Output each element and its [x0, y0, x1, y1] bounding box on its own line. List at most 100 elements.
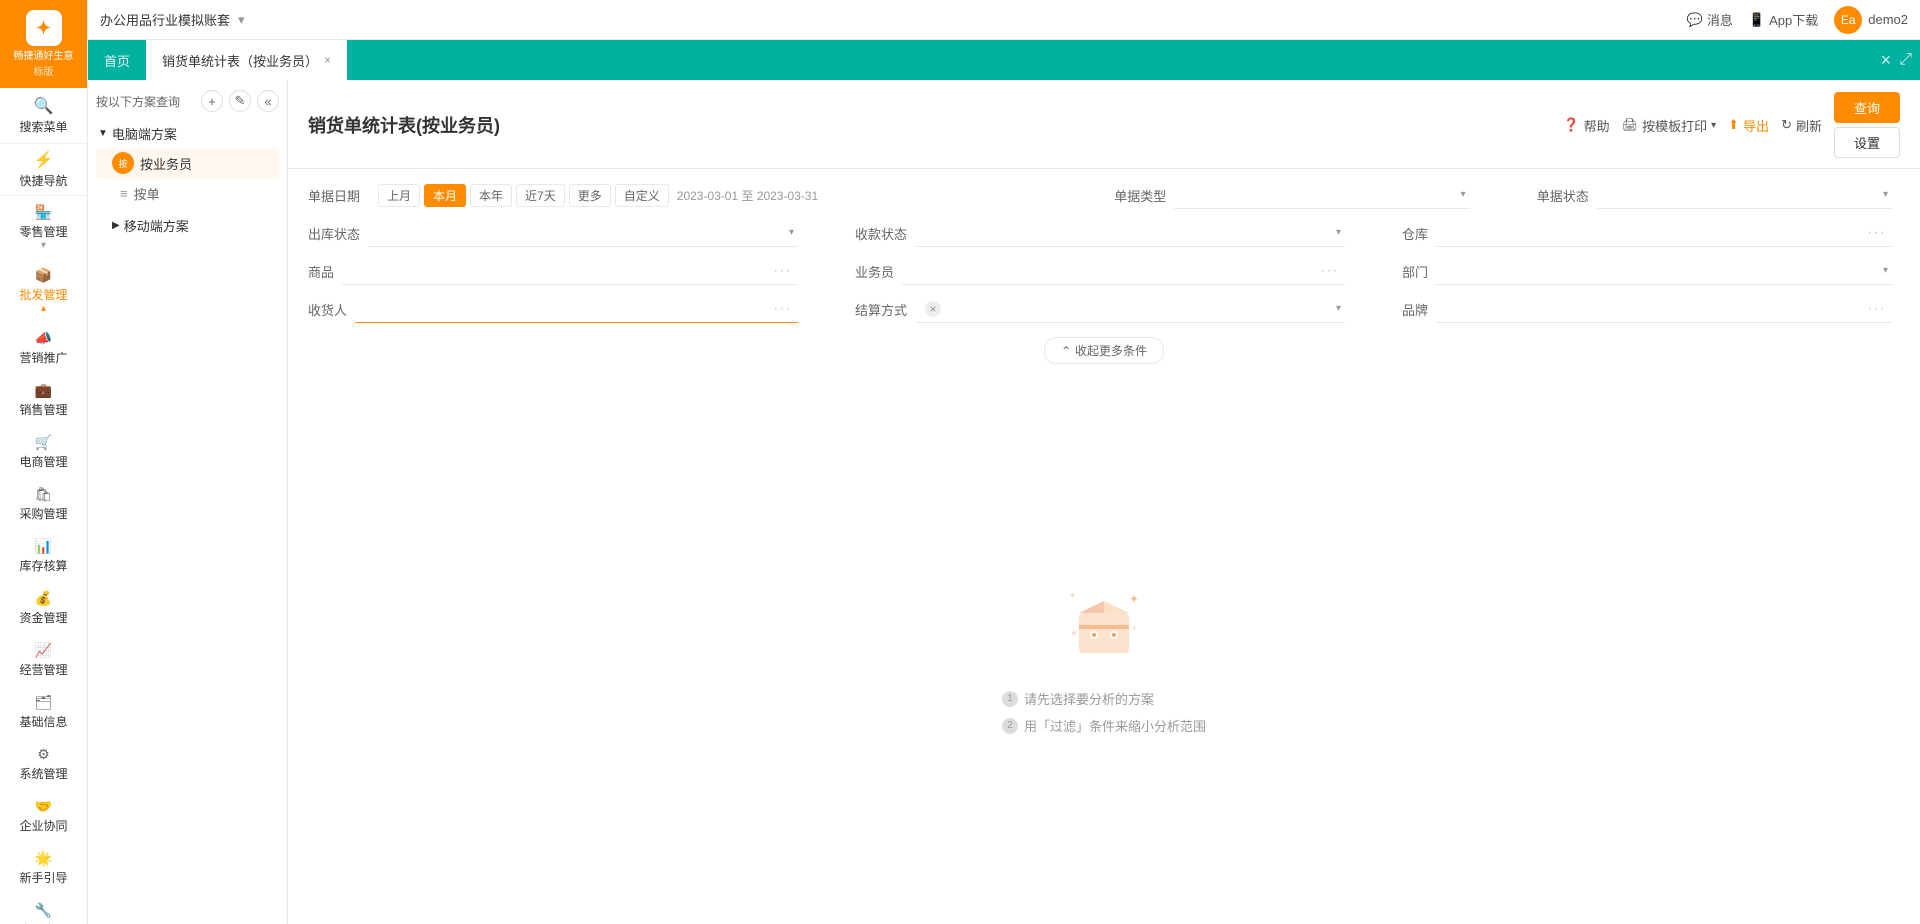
- sidebar-item-basic[interactable]: 🗂 基础信息: [0, 686, 87, 738]
- scheme-group-desktop-title[interactable]: ▼ 电脑端方案: [96, 120, 279, 147]
- date-btn-thismonth[interactable]: 本月: [424, 184, 466, 207]
- user-avatar: Ea: [1834, 6, 1862, 34]
- sidebar-item-wholesale[interactable]: 📦 批发管理 ▴: [0, 259, 87, 322]
- sidebar-item-appcenter[interactable]: 🔧 应用中心: [0, 894, 87, 924]
- sidebar-subtitle: 标版: [34, 63, 54, 78]
- salesperson-input[interactable]: ···: [902, 257, 1345, 285]
- edit-scheme-btn[interactable]: ✎: [229, 90, 251, 112]
- empty-tips: 1 请先选择要分析的方案 2 用「过滤」条件来缩小分析范围: [1002, 689, 1206, 735]
- corp-icon: 🤝: [35, 798, 52, 815]
- scheme-item-salesperson[interactable]: 按 按业务员: [96, 147, 279, 179]
- date-btn-lastmonth[interactable]: 上月: [378, 184, 420, 207]
- quick-nav-icon: ⚡: [34, 150, 54, 170]
- refresh-icon: ↻: [1781, 117, 1792, 133]
- sidebar-logo[interactable]: ✦ 畅捷通好生意 标版: [0, 0, 87, 88]
- date-btn-custom[interactable]: 自定义: [615, 184, 669, 207]
- user-avatar-btn[interactable]: Ea demo2: [1834, 6, 1908, 34]
- sidebar-item-inventory[interactable]: 📊 库存核算: [0, 530, 87, 582]
- scheme-salesperson-label: 按业务员: [140, 154, 192, 173]
- app-download-btn[interactable]: 📱 App下载: [1749, 10, 1818, 29]
- message-btn[interactable]: 💬 消息: [1687, 10, 1733, 29]
- scheme-group-mobile-title[interactable]: ▶ 移动端方案: [96, 212, 279, 239]
- sidebar-basic-label: 基础信息: [19, 713, 67, 730]
- help-btn[interactable]: ❓ 帮助: [1563, 116, 1609, 135]
- ecommerce-icon: 🛒: [35, 434, 52, 451]
- collapse-panel-btn[interactable]: «: [257, 90, 279, 112]
- refresh-label: 刷新: [1796, 116, 1822, 135]
- doc-status-input[interactable]: ▾: [1597, 181, 1892, 209]
- appcenter-icon: 🔧: [35, 902, 52, 919]
- export-btn[interactable]: ⬆ 导出: [1728, 116, 1769, 135]
- sidebar-item-operation[interactable]: 📈 经营管理: [0, 634, 87, 686]
- sidebar-search[interactable]: 🔍 搜索菜单: [0, 88, 87, 144]
- add-scheme-btn[interactable]: +: [201, 90, 223, 112]
- doc-status-label: 单据状态: [1537, 186, 1589, 205]
- warehouse-input[interactable]: ···: [1436, 219, 1892, 247]
- tab-active[interactable]: 销货单统计表（按业务员） ×: [146, 40, 347, 80]
- settlement-cell: 结算方式 × ▾: [855, 295, 1353, 323]
- refresh-btn[interactable]: ↻ 刷新: [1781, 116, 1822, 135]
- sidebar-item-corp[interactable]: 🤝 企业协同: [0, 790, 87, 842]
- recipient-label: 收货人: [308, 300, 347, 319]
- sidebar-item-marketing[interactable]: 📣 营销推广: [0, 322, 87, 374]
- out-status-label: 出库状态: [308, 224, 360, 243]
- filter-area: 单据日期 上月 本月 本年 近7天 更多 自定义 2023-03-01 至 20…: [288, 169, 1920, 384]
- query-btn[interactable]: 查询: [1834, 92, 1900, 123]
- settlement-input[interactable]: × ▾: [915, 295, 1345, 323]
- export-icon: ⬆: [1728, 117, 1739, 133]
- scheme-item-byorder[interactable]: ≡ 按单: [96, 179, 279, 208]
- doc-type-cell: 单据类型 ▾: [1114, 181, 1477, 209]
- sidebar-corp-label: 企业协同: [19, 817, 67, 834]
- sidebar-item-purchase[interactable]: 🛍 采购管理: [0, 478, 87, 530]
- date-btn-thisyear[interactable]: 本年: [470, 184, 512, 207]
- sidebar-item-finance[interactable]: 💰 资金管理: [0, 582, 87, 634]
- out-status-input[interactable]: ▾: [368, 219, 798, 247]
- tab-close-icon[interactable]: ×: [324, 53, 331, 67]
- settlement-clear-btn[interactable]: ×: [925, 301, 941, 317]
- sidebar-item-sales[interactable]: 💼 销售管理: [0, 374, 87, 426]
- tab-home-label: 首页: [104, 51, 130, 70]
- main-wrapper: 办公用品行业模拟账套 ▾ 💬 消息 📱 App下载 Ea demo2 首页 销货…: [88, 0, 1920, 924]
- recipient-input[interactable]: ···: [355, 295, 798, 323]
- collect-status-arrow: ▾: [1336, 227, 1341, 238]
- sidebar-item-ecommerce[interactable]: 🛒 电商管理: [0, 426, 87, 478]
- left-panel-actions: + ✎ «: [201, 90, 279, 112]
- salesperson-label: 业务员: [855, 262, 894, 281]
- expand-btn[interactable]: ⤢: [1899, 51, 1912, 69]
- sidebar-item-guide[interactable]: 🌟 新手引导: [0, 842, 87, 894]
- page-header: 销货单统计表(按业务员) ❓ 帮助 🖨 按模板打印 ▾ ⬆: [288, 80, 1920, 169]
- date-btn-7days[interactable]: 近7天: [516, 184, 565, 207]
- guide-icon: 🌟: [35, 850, 52, 867]
- print-arrow[interactable]: ▾: [1711, 120, 1716, 131]
- collect-status-cell: 收款状态 ▾: [855, 219, 1353, 247]
- close-window-btn[interactable]: ×: [1881, 50, 1892, 71]
- breadcrumb: 办公用品行业模拟账套: [100, 10, 230, 29]
- right-content: 销货单统计表(按业务员) ❓ 帮助 🖨 按模板打印 ▾ ⬆: [288, 80, 1920, 924]
- collapse-icon: ⌃: [1061, 344, 1071, 358]
- tabbar: 首页 销货单统计表（按业务员） × × ⤢: [88, 40, 1920, 80]
- tip-text-2: 用「过滤」条件来缩小分析范围: [1024, 716, 1206, 735]
- marketing-icon: 📣: [35, 330, 52, 347]
- sidebar-item-system[interactable]: ⚙ 系统管理: [0, 738, 87, 790]
- print-btn[interactable]: 🖨 按模板打印 ▾: [1622, 116, 1717, 135]
- chevron-right-icon: ▶: [112, 220, 120, 231]
- search-icon: 🔍: [34, 96, 54, 116]
- help-icon: ❓: [1563, 117, 1579, 133]
- collect-status-input[interactable]: ▾: [915, 219, 1345, 247]
- warehouse-label: 仓库: [1402, 224, 1428, 243]
- help-label: 帮助: [1584, 116, 1610, 135]
- print-label: 按模板打印: [1642, 116, 1707, 135]
- tab-home[interactable]: 首页: [88, 40, 146, 80]
- settings-btn[interactable]: 设置: [1834, 127, 1900, 158]
- breadcrumb-arrow[interactable]: ▾: [238, 12, 245, 28]
- sidebar-marketing-label: 营销推广: [19, 349, 67, 366]
- sidebar-quick-nav[interactable]: ⚡ 快捷导航: [0, 144, 87, 196]
- department-input[interactable]: ▾: [1436, 257, 1892, 285]
- sidebar-guide-label: 新手引导: [19, 869, 67, 886]
- brand-input[interactable]: ···: [1436, 295, 1892, 323]
- sidebar-item-retail[interactable]: 🏪 零售管理 ▾: [0, 196, 87, 259]
- collapse-btn[interactable]: ⌃ 收起更多条件: [1044, 337, 1164, 364]
- date-btn-more[interactable]: 更多: [569, 184, 611, 207]
- doc-type-input[interactable]: ▾: [1174, 181, 1469, 209]
- goods-input[interactable]: ···: [342, 257, 798, 285]
